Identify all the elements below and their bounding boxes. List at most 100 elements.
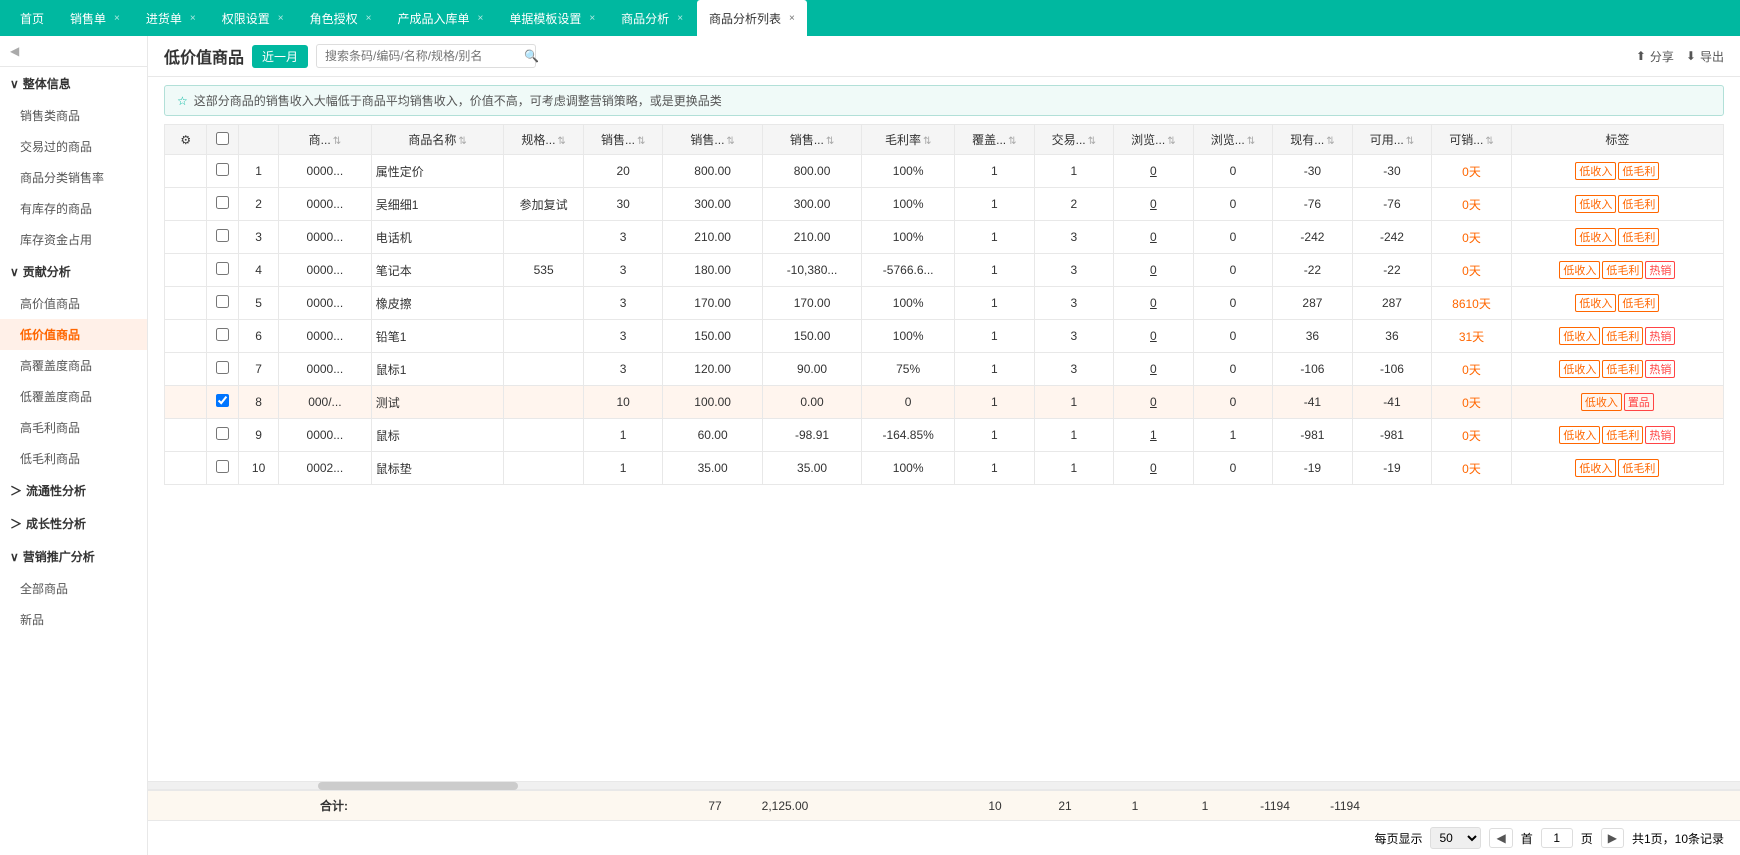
- cell-checkbox[interactable]: [207, 452, 239, 485]
- browse1-link[interactable]: 0: [1150, 164, 1157, 178]
- nav-close-icon[interactable]: ×: [278, 13, 284, 24]
- browse1-link[interactable]: 0: [1150, 395, 1157, 409]
- first-page-btn[interactable]: ◀: [1489, 828, 1512, 848]
- row-checkbox[interactable]: [216, 394, 229, 407]
- cell-checkbox[interactable]: [207, 386, 239, 419]
- sidebar-item-stocked-products[interactable]: 有库存的商品: [0, 193, 147, 224]
- browse1-link[interactable]: 0: [1150, 362, 1157, 376]
- col-browse1[interactable]: 浏览...⇅: [1114, 125, 1194, 155]
- row-checkbox[interactable]: [216, 229, 229, 242]
- sidebar-group-contribution[interactable]: ∨ 贡献分析: [0, 255, 147, 288]
- col-sale2[interactable]: 销售...⇅: [663, 125, 762, 155]
- page-number-input[interactable]: [1541, 828, 1573, 848]
- filter-period-btn[interactable]: 近一月: [252, 45, 308, 68]
- scrollbar-thumb[interactable]: [318, 782, 518, 790]
- sidebar-item-high-value[interactable]: 高价值商品: [0, 288, 147, 319]
- sidebar-item-sales-products[interactable]: 销售类商品: [0, 100, 147, 131]
- cell-sale3: 0.00: [762, 386, 861, 419]
- nav-product-inbound[interactable]: 产成品入库单 ×: [385, 0, 495, 36]
- row-checkbox[interactable]: [216, 262, 229, 275]
- nav-home[interactable]: 首页: [8, 0, 56, 36]
- cell-checkbox[interactable]: [207, 254, 239, 287]
- sidebar-group-circulation[interactable]: ＞ 流通性分析: [0, 474, 147, 507]
- browse1-link[interactable]: 0: [1150, 461, 1157, 475]
- browse1-link[interactable]: 0: [1150, 296, 1157, 310]
- browse1-link[interactable]: 1: [1150, 428, 1157, 442]
- nav-close-icon[interactable]: ×: [114, 13, 120, 24]
- sidebar-item-all-products[interactable]: 全部商品: [0, 573, 147, 604]
- col-trade[interactable]: 交易...⇅: [1034, 125, 1114, 155]
- share-button[interactable]: ⬆ 分享: [1636, 48, 1674, 65]
- col-code[interactable]: 商...⇅: [278, 125, 371, 155]
- col-sale3[interactable]: 销售...⇅: [762, 125, 861, 155]
- nav-close-icon[interactable]: ×: [366, 13, 372, 24]
- sidebar-collapse-btn[interactable]: ◀: [10, 44, 19, 58]
- nav-purchase-order[interactable]: 进货单 ×: [134, 0, 208, 36]
- sidebar-item-low-coverage[interactable]: 低覆盖度商品: [0, 381, 147, 412]
- col-available[interactable]: 可用...⇅: [1352, 125, 1432, 155]
- search-input[interactable]: [316, 44, 536, 68]
- col-checkbox[interactable]: [207, 125, 239, 155]
- nav-close-icon[interactable]: ×: [589, 13, 595, 24]
- nav-role-auth[interactable]: 角色授权 ×: [298, 0, 384, 36]
- row-checkbox[interactable]: [216, 163, 229, 176]
- sidebar-group-overall[interactable]: ∨ 整体信息: [0, 67, 147, 100]
- nav-close-icon[interactable]: ×: [789, 13, 795, 24]
- data-table-container[interactable]: ⚙ 商...⇅ 商品名称⇅ 规格...⇅ 销售...⇅ 销售...⇅ 销售...…: [148, 124, 1740, 781]
- cell-checkbox[interactable]: [207, 188, 239, 221]
- nav-close-icon[interactable]: ×: [677, 13, 683, 24]
- nav-template-settings[interactable]: 单据模板设置 ×: [497, 0, 607, 36]
- sidebar-item-inventory-capital[interactable]: 库存资金占用: [0, 224, 147, 255]
- nav-permission[interactable]: 权限设置 ×: [210, 0, 296, 36]
- sidebar-item-new-products[interactable]: 新品: [0, 604, 147, 635]
- col-tags[interactable]: 标签: [1511, 125, 1723, 155]
- row-checkbox[interactable]: [216, 196, 229, 209]
- row-checkbox[interactable]: [216, 295, 229, 308]
- cell-checkbox[interactable]: [207, 221, 239, 254]
- col-sale1[interactable]: 销售...⇅: [583, 125, 663, 155]
- page-size-select[interactable]: 50 100: [1430, 827, 1481, 849]
- col-spec[interactable]: 规格...⇅: [504, 125, 584, 155]
- cell-checkbox[interactable]: [207, 320, 239, 353]
- col-margin[interactable]: 毛利率⇅: [862, 125, 955, 155]
- cell-checkbox[interactable]: [207, 353, 239, 386]
- nav-close-icon[interactable]: ×: [477, 13, 483, 24]
- nav-product-analysis[interactable]: 商品分析 ×: [609, 0, 695, 36]
- sidebar-item-category-sales-rate[interactable]: 商品分类销售率: [0, 162, 147, 193]
- search-icon[interactable]: 🔍: [524, 49, 539, 63]
- sidebar-item-traded-products[interactable]: 交易过的商品: [0, 131, 147, 162]
- select-all-checkbox[interactable]: [216, 132, 229, 145]
- sidebar-group-growth[interactable]: ＞ 成长性分析: [0, 507, 147, 540]
- table-row: 3 0000... 电话机 3 210.00 210.00 100% 1 3 0…: [165, 221, 1724, 254]
- export-button[interactable]: ⬇ 导出: [1686, 48, 1724, 65]
- cell-checkbox[interactable]: [207, 419, 239, 452]
- col-cover[interactable]: 覆盖...⇅: [955, 125, 1035, 155]
- cell-salable: 0天: [1432, 188, 1512, 221]
- row-checkbox[interactable]: [216, 460, 229, 473]
- nav-close-icon[interactable]: ×: [190, 13, 196, 24]
- sidebar-item-high-margin[interactable]: 高毛利商品: [0, 412, 147, 443]
- browse1-link[interactable]: 0: [1150, 230, 1157, 244]
- browse1-link[interactable]: 0: [1150, 263, 1157, 277]
- sidebar-item-low-margin[interactable]: 低毛利商品: [0, 443, 147, 474]
- col-settings[interactable]: ⚙: [165, 125, 207, 155]
- row-checkbox[interactable]: [216, 361, 229, 374]
- row-checkbox[interactable]: [216, 328, 229, 341]
- cell-checkbox[interactable]: [207, 155, 239, 188]
- horizontal-scrollbar[interactable]: [148, 781, 1740, 789]
- sidebar-item-low-value[interactable]: 低价值商品: [0, 319, 147, 350]
- col-current[interactable]: 现有...⇅: [1273, 125, 1353, 155]
- nav-sales-order[interactable]: 销售单 ×: [58, 0, 132, 36]
- browse1-link[interactable]: 0: [1150, 197, 1157, 211]
- next-page-btn[interactable]: ▶: [1601, 828, 1624, 848]
- cell-sale1: 30: [583, 188, 663, 221]
- col-salable[interactable]: 可销...⇅: [1432, 125, 1512, 155]
- col-browse2[interactable]: 浏览...⇅: [1193, 125, 1273, 155]
- browse1-link[interactable]: 0: [1150, 329, 1157, 343]
- cell-checkbox[interactable]: [207, 287, 239, 320]
- row-checkbox[interactable]: [216, 427, 229, 440]
- sidebar-group-marketing[interactable]: ∨ 营销推广分析: [0, 540, 147, 573]
- nav-product-analysis-list[interactable]: 商品分析列表 ×: [697, 0, 807, 36]
- col-name[interactable]: 商品名称⇅: [371, 125, 504, 155]
- sidebar-item-high-coverage[interactable]: 高覆盖度商品: [0, 350, 147, 381]
